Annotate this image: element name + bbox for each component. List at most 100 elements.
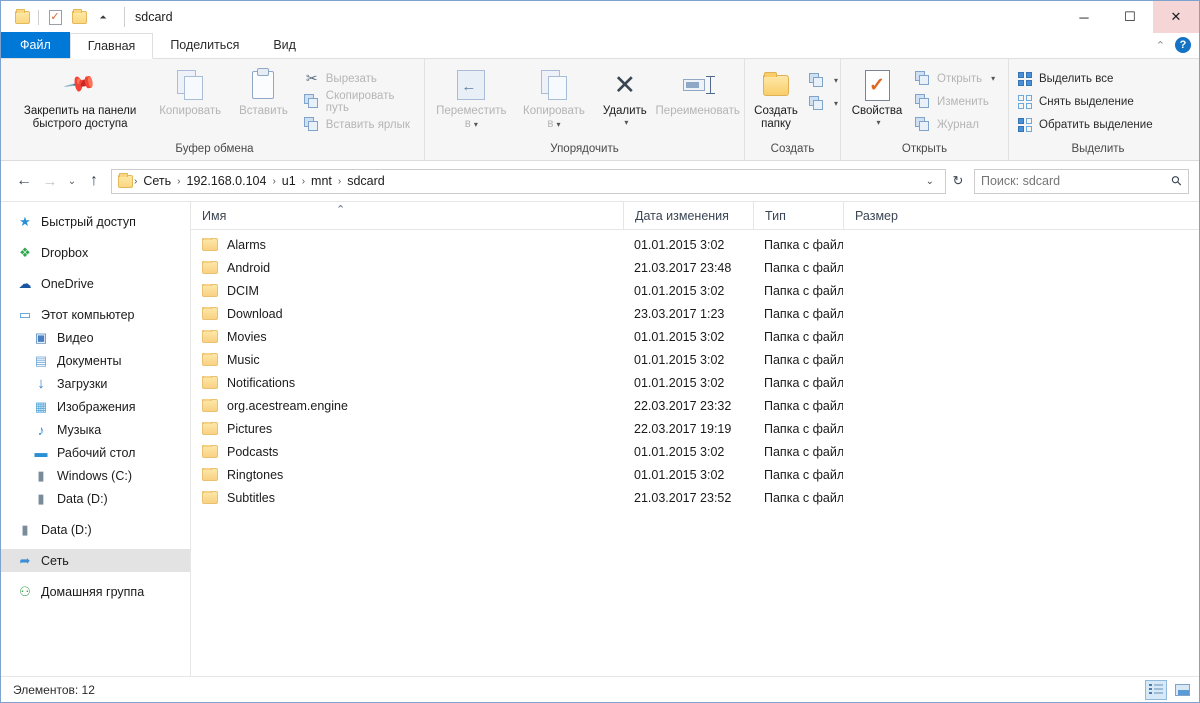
minimize-icon: ─ <box>1079 9 1089 25</box>
rename-button[interactable]: Переименовать <box>655 65 740 118</box>
address-folder-icon <box>118 172 133 188</box>
sidebar-item-homegroup[interactable]: ⚇ Домашняя группа <box>1 580 190 603</box>
sidebar-item-desktop[interactable]: ▬ Рабочий стол <box>1 441 190 464</box>
table-row[interactable]: Subtitles 21.03.2017 23:52 Папка с файлами <box>191 486 1199 509</box>
breadcrumb-item-2[interactable]: u1 <box>277 174 301 188</box>
folder-icon <box>202 421 218 435</box>
folder-icon <box>202 375 218 389</box>
new-folder-button[interactable]: Создать папку <box>749 65 803 131</box>
paste-button[interactable]: Вставить <box>229 65 298 118</box>
sidebar-item-data-d[interactable]: ▮ Data (D:) <box>1 518 190 541</box>
sidebar-item-network[interactable]: ➦ Сеть <box>1 549 190 572</box>
table-row[interactable]: Pictures 22.03.2017 19:19 Папка с файлами <box>191 417 1199 440</box>
column-header-name[interactable]: Имя ⌃ <box>191 202 623 230</box>
easy-access-button[interactable]: ▾ <box>809 92 842 115</box>
table-row[interactable]: Notifications 01.01.2015 3:02 Папка с файл… <box>191 371 1199 394</box>
qat-new-folder-button[interactable] <box>67 5 91 29</box>
tab-share[interactable]: Поделиться <box>153 32 256 58</box>
qat-properties-button[interactable]: ✓ <box>43 5 67 29</box>
up-button[interactable]: ↑ <box>81 168 107 194</box>
select-none-button[interactable]: Снять выделение <box>1017 90 1157 113</box>
invert-selection-button[interactable]: Обратить выделение <box>1017 113 1157 136</box>
delete-button[interactable]: ✕ Удалить ▾ <box>594 65 655 127</box>
breadcrumb-item-1[interactable]: 192.168.0.104 <box>182 174 272 188</box>
column-header-size[interactable]: Размер <box>843 201 936 230</box>
table-row[interactable]: DCIM 01.01.2015 3:02 Папка с файлами <box>191 279 1199 302</box>
edit-button[interactable]: Изменить <box>915 90 999 113</box>
refresh-button[interactable]: ↻ <box>946 169 970 194</box>
details-view-button[interactable] <box>1145 679 1167 700</box>
create-group-title: Создать <box>770 143 815 155</box>
open-button[interactable]: Открыть ▾ <box>915 67 999 90</box>
sidebar-item-quick-access[interactable]: ★ Быстрый доступ <box>1 210 190 233</box>
sidebar-item-label: Музыка <box>57 422 102 437</box>
column-header-type[interactable]: Тип <box>753 201 843 230</box>
address-input[interactable]: › Сеть › 192.168.0.104 › u1 › mnt › sdca… <box>111 168 946 194</box>
paste-shortcut-button[interactable]: Вставить ярлык <box>303 113 418 136</box>
cut-button[interactable]: ✂ Вырезать <box>304 67 418 90</box>
copy-path-button[interactable]: Скопировать путь <box>303 90 418 114</box>
breadcrumb-item-4[interactable]: sdcard <box>342 174 390 188</box>
download-arrow-icon: ↓ <box>37 375 45 392</box>
copy-to-button[interactable]: Копировать в ▾ <box>514 65 595 131</box>
address-dropdown-icon[interactable]: ⌄ <box>919 176 941 187</box>
drive-icon: ▮ <box>37 468 45 483</box>
table-row[interactable]: Podcasts 01.01.2015 3:02 Папка с файлами <box>191 440 1199 463</box>
select-all-button[interactable]: Выделить все <box>1017 67 1157 90</box>
cell-name: Download <box>191 306 623 321</box>
back-button[interactable]: ← <box>11 168 37 194</box>
forward-button[interactable]: → <box>37 168 63 194</box>
sidebar-item-downloads[interactable]: ↓ Загрузки <box>1 372 190 395</box>
sidebar-item-dropbox[interactable]: ❖ Dropbox <box>1 241 190 264</box>
qat-customize-button[interactable]: ⏶ <box>91 5 115 29</box>
sidebar-item-pictures[interactable]: ▦ Изображения <box>1 395 190 418</box>
pin-label-line1: Закрепить на панели <box>23 105 137 117</box>
sidebar-item-videos[interactable]: ▣ Видео <box>1 326 190 349</box>
table-row[interactable]: Android 21.03.2017 23:48 Папка с файлами <box>191 256 1199 279</box>
table-row[interactable]: Movies 01.01.2015 3:02 Папка с файлами <box>191 325 1199 348</box>
breadcrumb-item-3[interactable]: mnt <box>306 174 337 188</box>
minimize-button[interactable]: ─ <box>1061 1 1107 33</box>
large-icons-view-button[interactable] <box>1171 680 1193 700</box>
tab-view[interactable]: Вид <box>256 32 313 58</box>
sidebar-item-documents[interactable]: ▤ Документы <box>1 349 190 372</box>
cell-type: Папка с файлами <box>764 421 843 436</box>
help-icon[interactable]: ? <box>1175 37 1191 53</box>
table-row[interactable]: Music 01.01.2015 3:02 Папка с файлами <box>191 348 1199 371</box>
table-row[interactable]: org.acestream.engine 22.03.2017 23:32 Папк… <box>191 394 1199 417</box>
properties-button[interactable]: ✓ Свойства ▾ <box>845 65 909 127</box>
cell-date: 01.01.2015 3:02 <box>634 375 725 390</box>
search-box[interactable]: Поиск: sdcard ⚲ <box>974 168 1189 194</box>
maximize-button[interactable]: ☐ <box>1107 1 1153 33</box>
close-button[interactable]: ✕ <box>1153 1 1199 33</box>
sidebar-item-data-d-child[interactable]: ▮ Data (D:) <box>1 487 190 510</box>
tab-file[interactable]: Файл <box>1 32 70 58</box>
table-row[interactable]: Alarms 01.01.2015 3:02 Папка с файлами <box>191 233 1199 256</box>
sidebar-item-music[interactable]: ♪ Музыка <box>1 418 190 441</box>
copy-button[interactable]: Копировать <box>151 65 229 118</box>
open-icon <box>915 70 931 87</box>
sidebar-item-windows-c[interactable]: ▮ Windows (C:) <box>1 464 190 487</box>
select-group-title: Выделить <box>1071 143 1125 155</box>
tab-home[interactable]: Главная <box>69 33 154 59</box>
table-row[interactable]: Ringtones 01.01.2015 3:02 Папка с файлами <box>191 463 1199 486</box>
column-header-date[interactable]: Дата изменения <box>623 201 753 230</box>
new-item-button[interactable]: ▾ <box>809 69 842 92</box>
monitor-icon: ▭ <box>18 307 32 322</box>
open-small-buttons: Открыть ▾ Изменить Журнал <box>909 65 1001 136</box>
move-to-button[interactable]: ← Переместить в ▾ <box>429 65 514 131</box>
sidebar-item-this-pc[interactable]: ▭ Этот компьютер <box>1 303 190 326</box>
pin-to-quick-access-button[interactable]: 📌 Закрепить на панели быстрого доступа <box>9 65 151 131</box>
table-row[interactable]: Download 23.03.2017 1:23 Папка с файлами <box>191 302 1199 325</box>
select-all-label: Выделить все <box>1039 72 1114 85</box>
sidebar-item-onedrive[interactable]: ☁ OneDrive <box>1 272 190 295</box>
search-input[interactable]: Поиск: sdcard <box>981 174 1172 188</box>
tab-share-label: Поделиться <box>170 38 240 52</box>
drive-icon: ▮ <box>37 491 45 506</box>
recent-locations-button[interactable]: ⌄ <box>63 168 81 194</box>
collapse-ribbon-icon[interactable]: ⌃ <box>1156 39 1165 52</box>
breadcrumb-item-0[interactable]: Сеть <box>138 174 176 188</box>
cell-date: 22.03.2017 23:32 <box>634 398 732 413</box>
history-button[interactable]: Журнал <box>915 113 999 136</box>
qat-folder-button[interactable] <box>10 5 34 29</box>
